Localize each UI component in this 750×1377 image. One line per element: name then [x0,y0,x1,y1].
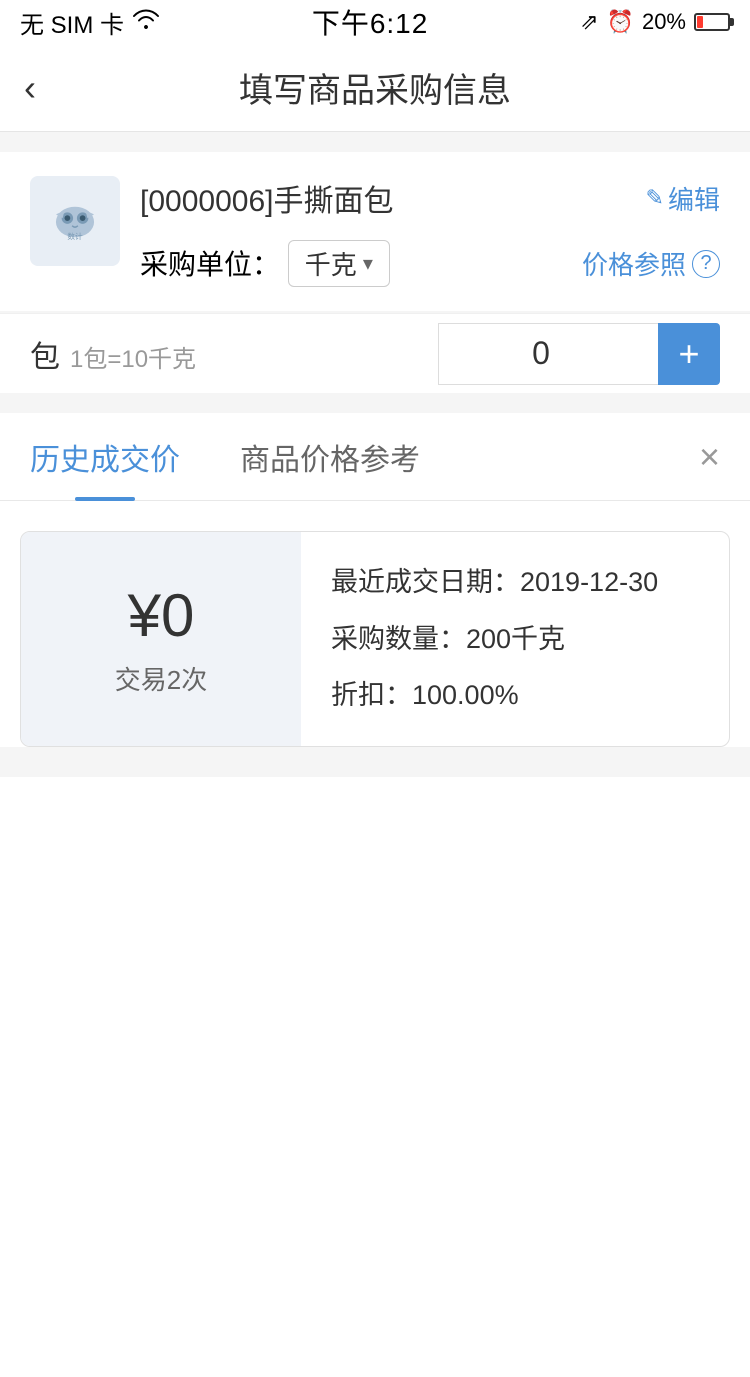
history-price-card: ¥0 交易2次 最近成交日期：2019-12-30 采购数量：200千克 折扣：… [20,531,730,747]
status-right: ⇗ ⏰ 20% [580,9,730,35]
product-card: 数计 [0000006]手撕面包 ✎ 编辑 采购单位： 千克 ▾ [0,152,750,311]
battery-percent: 20% [642,9,686,35]
alarm-icon: ⏰ [607,9,634,35]
tabs-header: 历史成交价 商品价格参考 × [0,413,750,501]
edit-button[interactable]: ✎ 编辑 [646,180,720,217]
help-icon: ? [692,250,720,278]
edit-icon: ✎ [646,185,664,211]
gps-icon: ⇗ [580,9,598,35]
tab-close-button[interactable]: × [699,439,720,475]
chevron-down-icon: ▾ [363,251,373,276]
quantity-section: 包 1包=10千克 + [0,313,750,393]
recent-date-label: 最近成交日期： [331,567,520,597]
battery-icon [694,13,730,31]
bottom-space [0,777,750,1377]
carrier-label: 无 SIM 卡 [20,5,124,40]
qty-detail-label: 采购数量： [331,624,466,654]
recent-date-value: 2019-12-30 [520,567,658,597]
product-info: [0000006]手撕面包 ✎ 编辑 采购单位： 千克 ▾ 价格参照 ? [140,176,720,287]
unit-value: 千克 [305,245,357,282]
product-unit-row: 采购单位： 千克 ▾ 价格参照 ? [140,240,720,287]
product-name: [0000006]手撕面包 [140,176,393,220]
svg-text:数计: 数计 [67,231,83,241]
price-symbol: ¥ [128,582,161,649]
status-left: 无 SIM 卡 [20,5,160,40]
nav-bar: ‹ 填写商品采购信息 [0,44,750,132]
product-thumbnail: 数计 [30,176,120,266]
history-price: ¥0 [128,581,195,650]
tab-history-price[interactable]: 历史成交价 [30,413,180,501]
qty-unit: 包 [30,332,60,376]
unit-label-group: 采购单位： 千克 ▾ [140,240,390,287]
status-bar: 无 SIM 卡 下午6:12 ⇗ ⏰ 20% [0,0,750,44]
unit-select[interactable]: 千克 ▾ [288,240,390,287]
history-card-right: 最近成交日期：2019-12-30 采购数量：200千克 折扣：100.00% [301,532,729,746]
edit-label: 编辑 [668,180,720,217]
history-card-left: ¥0 交易2次 [21,532,301,746]
history-recent-date-row: 最近成交日期：2019-12-30 [331,562,699,603]
history-trade-count: 交易2次 [115,660,207,697]
qty-plus-button[interactable]: + [658,323,720,385]
tabs-nav: 历史成交价 商品价格参考 [30,413,420,501]
wifi-icon [132,8,160,37]
status-time: 下午6:12 [312,2,429,42]
qty-input-group: + [438,323,720,385]
history-qty-row: 采购数量：200千克 [331,619,699,660]
discount-label: 折扣： [331,680,412,710]
qty-label-group: 包 1包=10千克 [30,332,196,376]
price-ref-button[interactable]: 价格参照 ? [582,245,720,282]
price-value: 0 [161,582,194,649]
product-header: 数计 [0000006]手撕面包 ✎ 编辑 采购单位： 千克 ▾ [30,176,720,287]
price-ref-label: 价格参照 [582,245,686,282]
qty-input[interactable] [438,323,658,385]
unit-label: 采购单位： [140,249,280,280]
product-title-row: [0000006]手撕面包 ✎ 编辑 [140,176,720,220]
tabs-section: 历史成交价 商品价格参考 × ¥0 交易2次 最近成交日期：2019-12-30… [0,413,750,747]
product-logo: 数计 [50,201,100,241]
qty-conversion: 1包=10千克 [70,339,196,374]
qty-detail-value: 200千克 [466,624,565,654]
history-discount-row: 折扣：100.00% [331,675,699,716]
back-button[interactable]: ‹ [24,67,36,109]
tab-price-reference[interactable]: 商品价格参考 [240,413,420,501]
page-title: 填写商品采购信息 [239,63,511,112]
discount-value: 100.00% [412,680,519,710]
